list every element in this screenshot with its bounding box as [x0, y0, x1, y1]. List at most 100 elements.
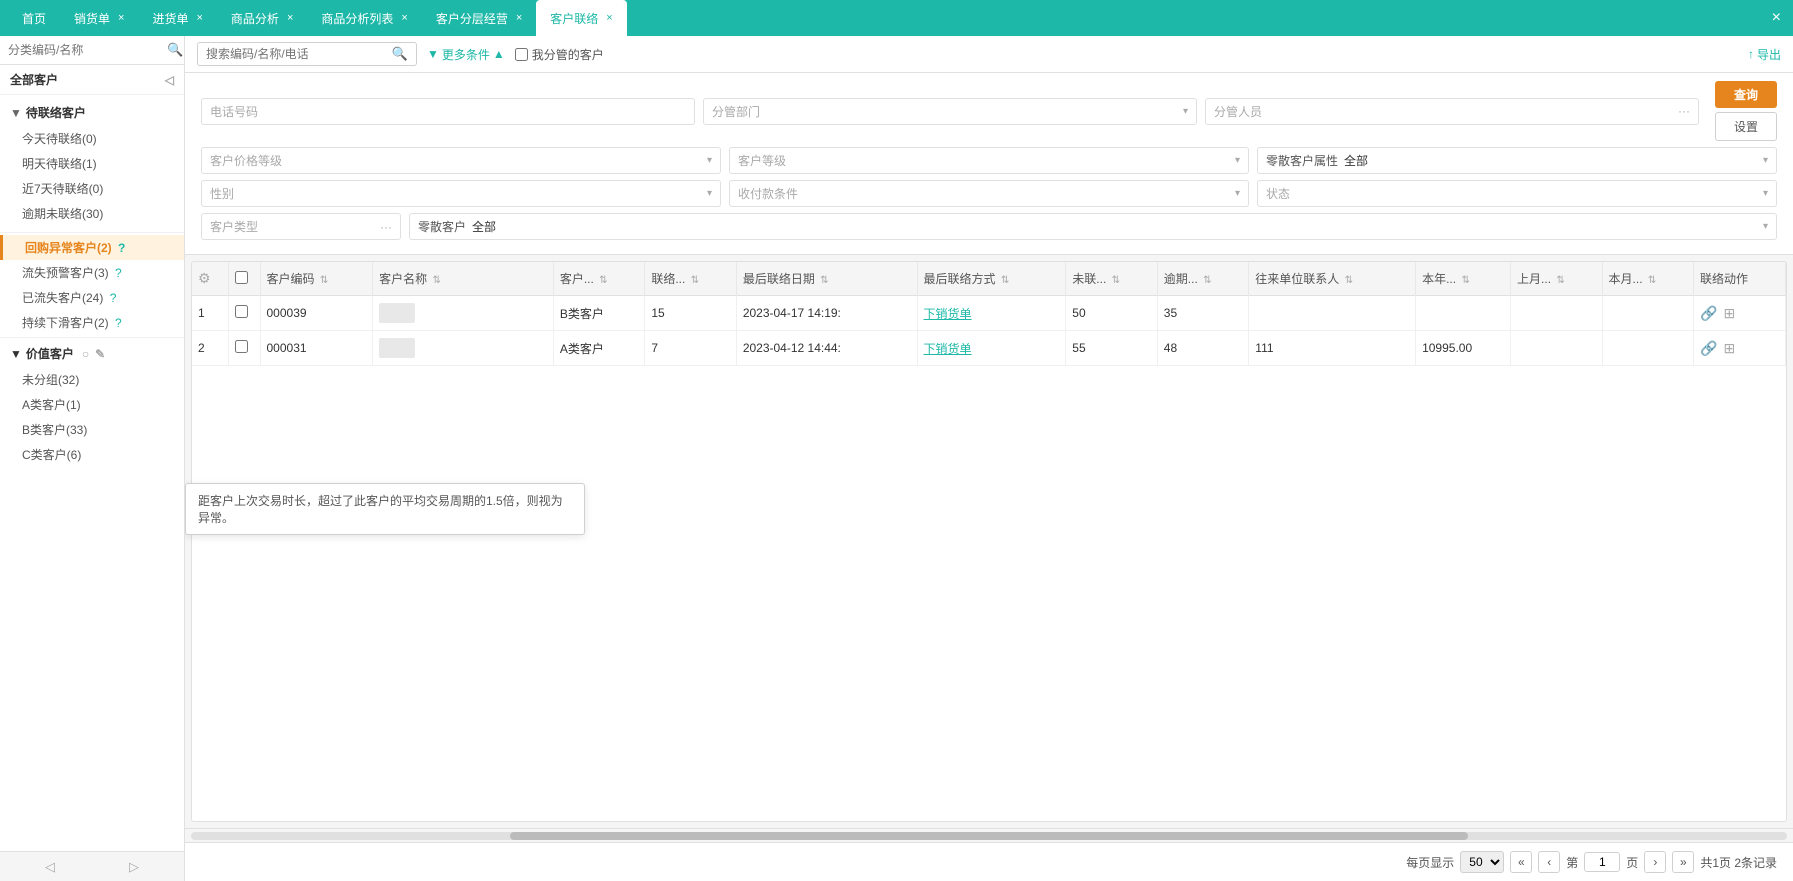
settings-button[interactable]: 设置: [1715, 112, 1777, 141]
search-input[interactable]: [206, 47, 388, 61]
retail-customer-field[interactable]: 零散客户 全部 ▾: [409, 213, 1777, 240]
sidebar-prev-btn[interactable]: ◁: [45, 859, 55, 875]
sidebar-item-overdue[interactable]: 逾期未联络(30): [0, 201, 184, 226]
name-sort-icon[interactable]: ⇅: [432, 275, 440, 286]
manager-field[interactable]: 分管人员 ···: [1205, 98, 1699, 125]
this-year-sort-icon[interactable]: ⇅: [1461, 275, 1469, 286]
contacts-sort-icon[interactable]: ⇅: [1345, 275, 1353, 286]
tab-sales-order[interactable]: 销货单 ×: [60, 0, 138, 36]
unreached-sort-icon[interactable]: ⇅: [1112, 275, 1120, 286]
last-page-btn[interactable]: »: [1672, 851, 1694, 873]
sidebar-collapse-icons[interactable]: ◁: [165, 73, 174, 87]
sidebar-item-a-customers[interactable]: A类客户(1): [0, 392, 184, 417]
table-settings-icon[interactable]: ⚙: [198, 270, 211, 286]
window-close-button[interactable]: ×: [1772, 9, 1781, 27]
row2-last-method[interactable]: 下销货单: [917, 331, 1066, 366]
horizontal-scrollbar-thumb[interactable]: [510, 832, 1468, 840]
sidebar-item-today[interactable]: 今天待联络(0): [0, 126, 184, 151]
sidebar-collapse-icon[interactable]: ◁: [165, 73, 174, 87]
sidebar-item-c-customers[interactable]: C类客户(6): [0, 442, 184, 467]
tab-customer-contact-close[interactable]: ×: [606, 12, 612, 24]
payment-field[interactable]: 收付款条件 ▾: [729, 180, 1249, 207]
sidebar-next-btn[interactable]: ▷: [129, 859, 139, 875]
sidebar-item-7days[interactable]: 近7天待联络(0): [0, 176, 184, 201]
code-sort-icon[interactable]: ⇅: [320, 275, 328, 286]
sidebar-item-declining[interactable]: 持续下滑客户(2) ?: [0, 310, 184, 335]
prev-page-btn[interactable]: ‹: [1538, 851, 1560, 873]
lost-risk-help-icon[interactable]: ?: [115, 266, 122, 280]
filter-icon: ▼: [427, 47, 439, 61]
th-checkbox[interactable]: [228, 262, 260, 296]
tab-purchase-order[interactable]: 进货单 ×: [138, 0, 216, 36]
tab-sales-order-close[interactable]: ×: [118, 12, 124, 24]
export-button[interactable]: ↑ 导出: [1748, 46, 1781, 63]
row2-last-method-link[interactable]: 下销货单: [924, 342, 972, 356]
row1-last-method[interactable]: 下销货单: [917, 296, 1066, 331]
row2-checkbox[interactable]: [235, 340, 248, 353]
price-level-field[interactable]: 客户价格等级 ▾: [201, 147, 721, 174]
sidebar-all-customers[interactable]: 全部客户 ◁: [0, 65, 184, 95]
value-customers-circle-icon[interactable]: ○: [82, 347, 89, 361]
sidebar-item-lost-risk[interactable]: 流失预警客户(3) ?: [0, 260, 184, 285]
row1-checkbox-cell[interactable]: [228, 296, 260, 331]
tab-product-analysis[interactable]: 商品分析 ×: [217, 0, 307, 36]
sidebar-item-tomorrow[interactable]: 明天待联络(1): [0, 151, 184, 176]
declining-help-icon[interactable]: ?: [115, 316, 122, 330]
sidebar-item-already-lost[interactable]: 已流失客户(24) ?: [0, 285, 184, 310]
last-month-sort-icon[interactable]: ⇅: [1556, 275, 1564, 286]
value-customers-edit-icon[interactable]: ✎: [95, 347, 105, 361]
my-customers-checkbox[interactable]: [515, 48, 528, 61]
dept-field[interactable]: 分管部门 ▾: [703, 98, 1197, 125]
more-conditions-btn[interactable]: ▼ 更多条件 ▲: [427, 46, 505, 63]
my-customers-checkbox-wrap[interactable]: 我分管的客户: [515, 46, 604, 63]
overdue-sort-icon[interactable]: ⇅: [1203, 275, 1211, 286]
sidebar-item-repurchase-abnormal[interactable]: 回购异常客户(2) ?: [0, 235, 184, 260]
row2-action-link-icon[interactable]: 🔗: [1700, 340, 1717, 357]
tab-home[interactable]: 首页: [8, 0, 60, 36]
row1-checkbox[interactable]: [235, 305, 248, 318]
tab-product-analysis-close[interactable]: ×: [287, 12, 293, 24]
row1-action-link-icon[interactable]: 🔗: [1700, 305, 1717, 322]
sidebar-item-b-customers[interactable]: B类客户(33): [0, 417, 184, 442]
select-all-checkbox[interactable]: [235, 271, 248, 284]
row1-action-grid-icon[interactable]: ⊞: [1723, 305, 1735, 322]
date-sort-icon[interactable]: ⇅: [820, 275, 828, 286]
row1-last-method-link[interactable]: 下销货单: [924, 307, 972, 321]
status-field[interactable]: 状态 ▾: [1257, 180, 1777, 207]
repurchase-help-icon[interactable]: ?: [118, 241, 125, 255]
tab-customer-layered-close[interactable]: ×: [516, 12, 522, 24]
manager-dots-icon[interactable]: ···: [1678, 104, 1690, 118]
query-button[interactable]: 查询: [1715, 81, 1777, 108]
first-page-btn[interactable]: «: [1510, 851, 1532, 873]
retail-attr-field[interactable]: 零散客户属性 全部 ▾: [1257, 147, 1777, 174]
tab-customer-contact[interactable]: 客户联络 ×: [536, 0, 626, 36]
next-page-btn[interactable]: ›: [1644, 851, 1666, 873]
horizontal-scrollbar[interactable]: [191, 832, 1787, 840]
contact-sort-icon[interactable]: ⇅: [691, 275, 699, 286]
sidebar-search-input[interactable]: [8, 43, 163, 57]
type-sort-icon[interactable]: ⇅: [599, 275, 607, 286]
gender-field[interactable]: 性别 ▾: [201, 180, 721, 207]
sidebar-search-icon[interactable]: 🔍: [167, 42, 183, 58]
method-sort-icon[interactable]: ⇅: [1001, 275, 1009, 286]
per-page-select[interactable]: 50: [1460, 851, 1504, 873]
customer-type-field[interactable]: 客户类型 ···: [201, 213, 401, 240]
already-lost-help-icon[interactable]: ?: [110, 291, 117, 305]
phone-field[interactable]: 电话号码: [201, 98, 695, 125]
row2-checkbox-cell[interactable]: [228, 331, 260, 366]
page-input[interactable]: [1584, 852, 1620, 872]
row2-action-grid-icon[interactable]: ⊞: [1723, 340, 1735, 357]
customer-type-dots-icon[interactable]: ···: [380, 220, 392, 234]
sidebar-value-customers-title[interactable]: ▼ 价值客户 ○ ✎: [0, 340, 184, 367]
this-month-sort-icon[interactable]: ⇅: [1648, 275, 1656, 286]
sidebar-item-unclassified[interactable]: 未分组(32): [0, 367, 184, 392]
sidebar-pending-title[interactable]: ▼ 待联络客户: [0, 99, 184, 126]
tab-product-analysis-list-close[interactable]: ×: [401, 12, 407, 24]
th-gear[interactable]: ⚙: [192, 262, 228, 296]
tab-purchase-order-close[interactable]: ×: [196, 12, 202, 24]
customer-level-field[interactable]: 客户等级 ▾: [729, 147, 1249, 174]
tab-product-analysis-list[interactable]: 商品分析列表 ×: [307, 0, 421, 36]
search-bar-icon[interactable]: 🔍: [392, 46, 408, 62]
table-wrap[interactable]: ⚙ 客户编码 ⇅ 客户名称 ⇅: [191, 261, 1787, 822]
tab-customer-layered[interactable]: 客户分层经营 ×: [422, 0, 536, 36]
